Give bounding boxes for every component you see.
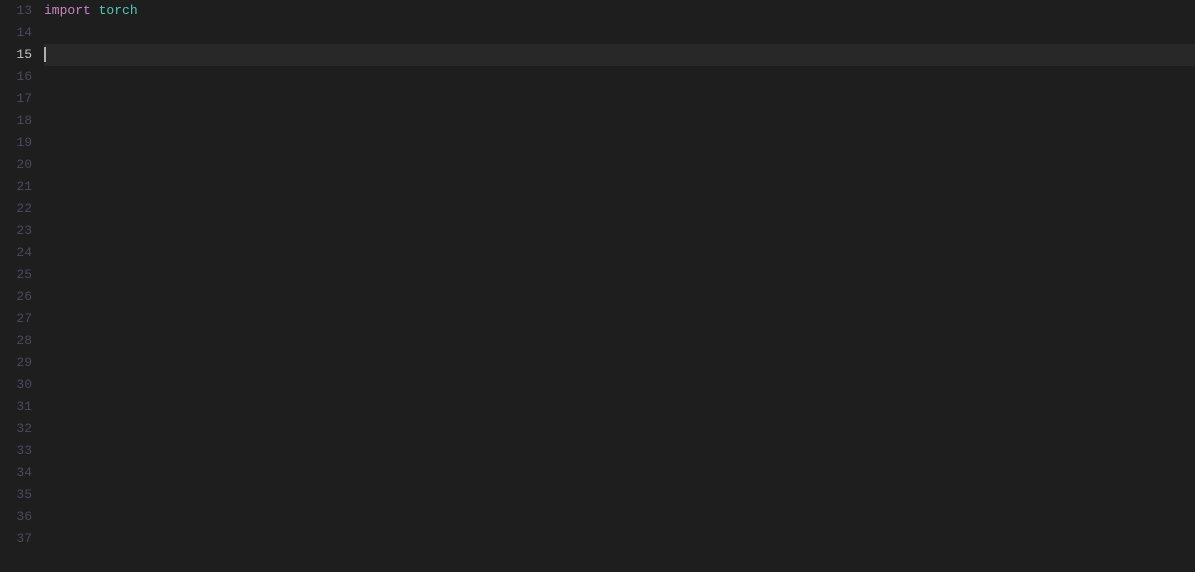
code-line-23 [44, 220, 1195, 242]
code-line-31 [44, 396, 1195, 418]
code-line-13: import torch [44, 0, 1195, 22]
code-line-21 [44, 176, 1195, 198]
line-numbers: 1314151617181920212223242526272829303132… [0, 0, 40, 572]
line-number-32: 32 [0, 418, 40, 440]
line-number-19: 19 [0, 132, 40, 154]
line-number-14: 14 [0, 22, 40, 44]
code-line-36 [44, 506, 1195, 528]
code-area[interactable]: import torch [40, 0, 1195, 572]
line-number-29: 29 [0, 352, 40, 374]
line-number-13: 13 [0, 0, 40, 22]
code-line-34 [44, 462, 1195, 484]
line-number-33: 33 [0, 440, 40, 462]
line-number-28: 28 [0, 330, 40, 352]
code-line-30 [44, 374, 1195, 396]
code-line-16 [44, 66, 1195, 88]
line-number-15: 15 [0, 44, 40, 66]
line-number-31: 31 [0, 396, 40, 418]
line-number-17: 17 [0, 88, 40, 110]
code-line-18 [44, 110, 1195, 132]
line-number-18: 18 [0, 110, 40, 132]
code-line-29 [44, 352, 1195, 374]
line-number-35: 35 [0, 484, 40, 506]
code-line-25 [44, 264, 1195, 286]
token-keyword: import [44, 3, 91, 18]
code-line-24 [44, 242, 1195, 264]
line-number-26: 26 [0, 286, 40, 308]
line-number-23: 23 [0, 220, 40, 242]
line-number-16: 16 [0, 66, 40, 88]
line-number-37: 37 [0, 528, 40, 550]
code-line-33 [44, 440, 1195, 462]
line-number-30: 30 [0, 374, 40, 396]
line-number-34: 34 [0, 462, 40, 484]
code-line-19 [44, 132, 1195, 154]
code-line-15 [44, 44, 1195, 66]
token-module: torch [99, 3, 138, 18]
code-line-32 [44, 418, 1195, 440]
code-line-37 [44, 528, 1195, 550]
token-plain [91, 3, 99, 18]
line-number-24: 24 [0, 242, 40, 264]
code-line-14 [44, 22, 1195, 44]
text-cursor [44, 47, 46, 62]
code-line-22 [44, 198, 1195, 220]
editor-container: 1314151617181920212223242526272829303132… [0, 0, 1195, 572]
line-number-36: 36 [0, 506, 40, 528]
code-line-20 [44, 154, 1195, 176]
line-number-22: 22 [0, 198, 40, 220]
line-number-21: 21 [0, 176, 40, 198]
line-number-27: 27 [0, 308, 40, 330]
code-line-26 [44, 286, 1195, 308]
code-line-28 [44, 330, 1195, 352]
code-line-17 [44, 88, 1195, 110]
code-line-27 [44, 308, 1195, 330]
line-number-25: 25 [0, 264, 40, 286]
code-line-35 [44, 484, 1195, 506]
line-number-20: 20 [0, 154, 40, 176]
